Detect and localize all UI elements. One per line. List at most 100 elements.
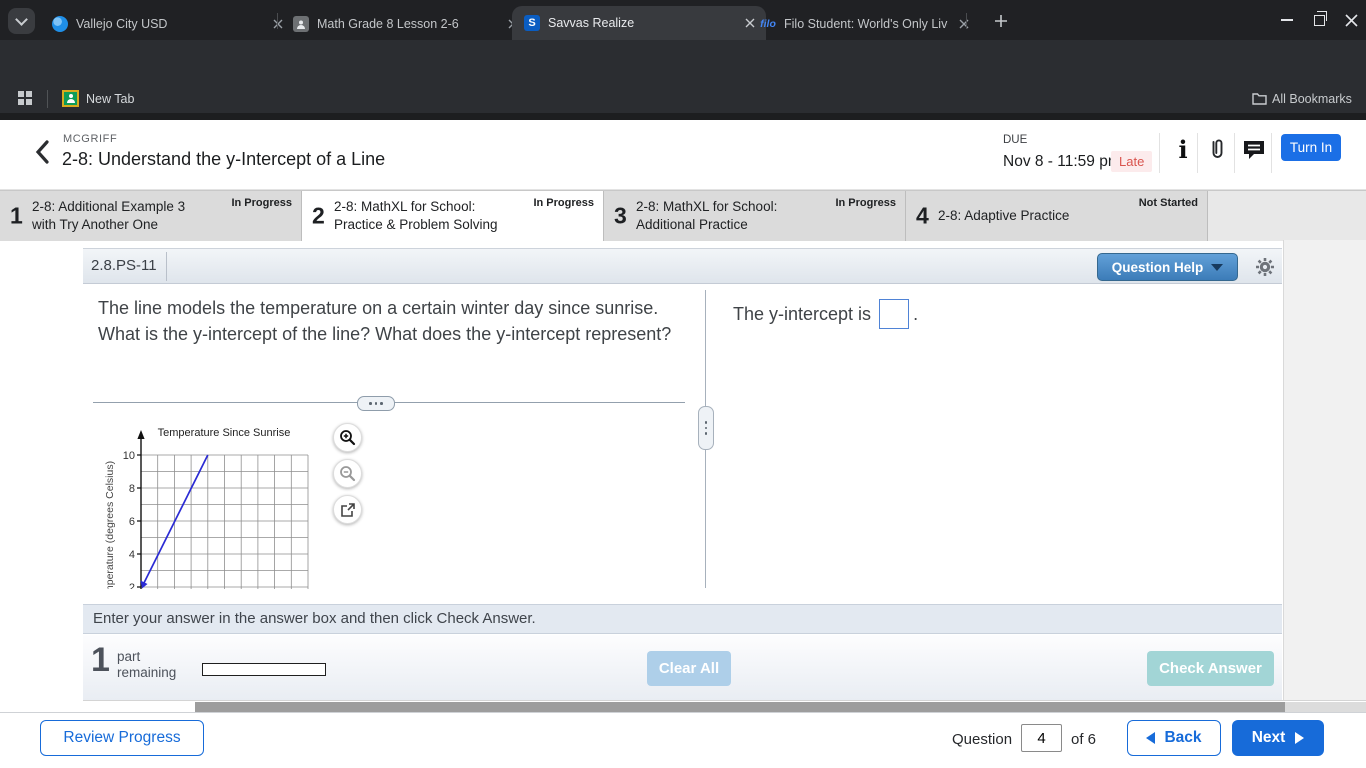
parts-remaining-label: part remaining <box>117 649 177 680</box>
answer-input[interactable] <box>879 299 910 329</box>
answer-instruction: Enter your answer in the answer box and … <box>83 604 1282 634</box>
bookmark-new-tab[interactable]: New Tab <box>86 92 134 106</box>
all-bookmarks[interactable]: All Bookmarks <box>1272 92 1352 106</box>
minimize-icon <box>1281 19 1293 21</box>
chevron-down-icon <box>15 13 28 26</box>
doc-person-favicon-icon <box>293 15 309 32</box>
parts-remaining-count: 1 <box>91 641 110 679</box>
part-label: 2-8: MathXL for School: Additional Pract… <box>636 199 778 232</box>
toolbar-separator <box>166 252 167 281</box>
part-label: 2-8: MathXL for School: Practice & Probl… <box>334 199 498 232</box>
teacher-name: MCGRIFF <box>63 133 118 145</box>
part-status: In Progress <box>835 197 896 209</box>
chrome-content-edge <box>0 113 1366 120</box>
y-axis-arrow-icon <box>137 430 145 439</box>
temperature-line <box>142 454 209 585</box>
attachment-paperclip-icon[interactable] <box>1207 137 1227 162</box>
part-status: In Progress <box>533 197 594 209</box>
info-icon[interactable]: i <box>1171 135 1195 164</box>
parts-remaining-bar: 1 part remaining Clear All Check Answer <box>83 635 1282 700</box>
scrollbar-thumb[interactable] <box>195 702 1285 712</box>
question-text: The line models the temperature on a cer… <box>98 298 672 344</box>
open-in-new-window-button[interactable] <box>333 495 362 524</box>
restore-icon <box>1313 10 1327 26</box>
question-label: Question <box>952 731 1013 748</box>
settings-gear-icon[interactable] <box>1253 255 1277 279</box>
graph-title: Temperature Since Sunrise <box>158 427 291 439</box>
review-progress-button[interactable]: Review Progress <box>40 720 204 756</box>
screen: Vallejo City USD Math Grade 8 Lesson 2-6… <box>0 0 1366 768</box>
parts-tab-strip: 1 2-8: Additional Example 3 with Try Ano… <box>0 190 1366 241</box>
next-arrow-icon <box>1295 732 1305 744</box>
part-number: 2 <box>312 202 325 229</box>
horizontal-scrollbar[interactable] <box>83 700 1366 712</box>
answer-sentence: The y-intercept is . <box>733 299 918 329</box>
late-badge: Late <box>1111 151 1153 172</box>
graph-figure: Temperature Since Sunrise 10 8 6 4 2 Tem… <box>93 423 339 589</box>
check-answer-button[interactable]: Check Answer <box>1147 651 1274 686</box>
parts-strip-filler <box>1208 191 1366 241</box>
tab-title: Math Grade 8 Lesson 2-6 <box>317 16 459 31</box>
new-tab-button[interactable] <box>990 10 1012 32</box>
part-number: 4 <box>916 202 929 229</box>
minimize-button[interactable] <box>1272 8 1302 32</box>
part-tab-1[interactable]: 1 2-8: Additional Example 3 with Try Ano… <box>0 191 302 241</box>
part-label: 2-8: Adaptive Practice <box>938 208 1070 223</box>
question-help-label: Question Help <box>1111 259 1204 275</box>
vertical-splitter-handle[interactable] <box>698 406 714 450</box>
answer-prefix: The y-intercept is <box>733 303 872 324</box>
close-window-button[interactable] <box>1336 8 1366 32</box>
comment-icon[interactable] <box>1242 139 1266 161</box>
clear-all-button[interactable]: Clear All <box>647 651 731 686</box>
browser-tab-1[interactable]: Vallejo City USD <box>40 7 294 40</box>
tab-close-icon[interactable] <box>956 16 972 32</box>
question-toolbar: 2.8.PS-11 Question Help <box>83 248 1282 284</box>
header-separator <box>1234 133 1235 173</box>
y-tick-6: 6 <box>129 516 135 528</box>
tab-title: Filo Student: World's Only Live <box>784 16 948 31</box>
part-tab-2-active[interactable]: 2 2-8: MathXL for School: Practice & Pro… <box>302 191 604 241</box>
bottom-navigation: Review Progress Question of 6 Back Next <box>0 712 1366 768</box>
assignment-title: 2-8: Understand the y-Intercept of a Lin… <box>62 149 386 169</box>
back-label: Back <box>1164 729 1202 746</box>
question-total: of 6 <box>1071 731 1097 748</box>
tab-search-button[interactable] <box>8 8 35 34</box>
turn-in-button[interactable]: Turn In <box>1281 134 1341 161</box>
due-date: Nov 8 - 11:59 pm <box>1003 153 1121 170</box>
back-button[interactable]: Back <box>1127 720 1221 756</box>
zoom-out-button[interactable] <box>333 459 362 488</box>
apps-grid-icon[interactable] <box>18 91 32 105</box>
part-tab-4[interactable]: 4 2-8: Adaptive Practice Not Started <box>906 191 1208 241</box>
horizontal-splitter-handle[interactable] <box>357 396 395 411</box>
y-tick-2: 2 <box>129 582 135 589</box>
tab-title: Vallejo City USD <box>76 16 168 31</box>
next-label: Next <box>1251 729 1286 746</box>
scrollbar-track-end <box>1285 702 1366 712</box>
browser-tab-4[interactable]: filo Filo Student: World's Only Live <box>748 7 980 40</box>
part-number: 1 <box>10 202 23 229</box>
browser-tab-3-active[interactable]: S Savvas Realize <box>512 6 766 40</box>
browser-tab-2[interactable]: Math Grade 8 Lesson 2-6 <box>281 7 529 40</box>
question-help-button[interactable]: Question Help <box>1097 253 1238 281</box>
zoom-in-button[interactable] <box>333 423 362 452</box>
part-status: Not Started <box>1138 197 1198 209</box>
player-side-gutter <box>1283 240 1366 700</box>
part-tab-3[interactable]: 3 2-8: MathXL for School: Additional Pra… <box>604 191 906 241</box>
folder-icon <box>1252 93 1267 105</box>
header-separator <box>1271 133 1272 173</box>
restore-button[interactable] <box>1304 8 1334 32</box>
caret-down-icon <box>1211 263 1224 271</box>
progress-bar <box>202 663 326 676</box>
tab-separator <box>966 13 967 29</box>
browser-toolbar: savvasrealize.com/dashboard/classes/c03f… <box>0 40 1366 119</box>
savvas-favicon-icon: S <box>524 15 540 31</box>
classroom-bookmark-icon[interactable] <box>62 90 79 107</box>
next-button[interactable]: Next <box>1232 720 1324 756</box>
question-id: 2.8.PS-11 <box>91 257 157 274</box>
assignment-back-button[interactable] <box>33 139 51 170</box>
question-number-input[interactable] <box>1021 724 1062 752</box>
part-status: In Progress <box>231 197 292 209</box>
header-separator <box>1159 133 1160 173</box>
answer-suffix: . <box>913 303 919 324</box>
browser-tab-strip: Vallejo City USD Math Grade 8 Lesson 2-6… <box>0 0 1366 40</box>
